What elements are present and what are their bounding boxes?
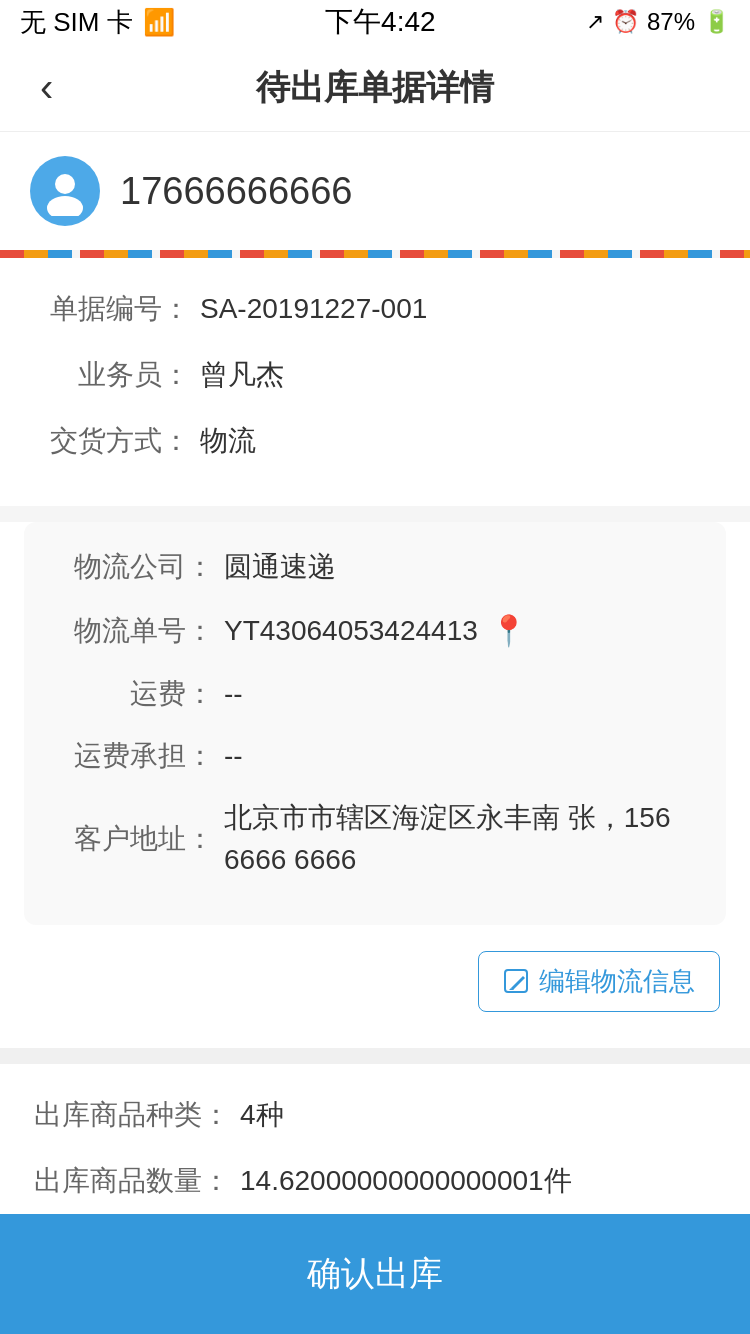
freight-label: 运费： [54, 673, 214, 715]
confirm-bar[interactable]: 确认出库 [0, 1214, 750, 1334]
order-no-row: 单据编号： SA-20191227-001 [30, 288, 720, 330]
freight-bearer-value: -- [214, 735, 696, 777]
status-time: 下午4:42 [325, 3, 436, 41]
logistics-tracking-value: YT43064053424413 📍 [214, 608, 696, 653]
product-quantity-value: 14.62000000000000001件 [230, 1160, 720, 1202]
delivery-label: 交货方式： [30, 420, 190, 462]
status-right: ↗ ⏰ 87% 🔋 [586, 8, 730, 36]
status-left: 无 SIM 卡 📶 [20, 5, 175, 40]
logistics-company-label: 物流公司： [54, 546, 214, 588]
edit-logistics-label: 编辑物流信息 [539, 964, 695, 999]
battery-icon: 🔋 [703, 9, 730, 35]
user-icon [40, 166, 90, 216]
tracking-location-icon[interactable]: 📍 [490, 608, 527, 653]
product-quantity-label: 出库商品数量： [30, 1160, 230, 1202]
logistics-tracking-label: 物流单号： [54, 610, 214, 652]
freight-bearer-label: 运费承担： [54, 735, 214, 777]
logistics-company-row: 物流公司： 圆通速递 [54, 546, 696, 588]
edit-logistics-button[interactable]: 编辑物流信息 [478, 951, 720, 1012]
back-button[interactable]: ‹ [30, 55, 63, 120]
edit-btn-container: 编辑物流信息 [0, 941, 750, 1032]
logistics-tracking-row: 物流单号： YT43064053424413 📍 [54, 608, 696, 653]
svg-point-1 [47, 196, 83, 216]
alarm-icon: ⏰ [612, 9, 639, 35]
salesperson-label: 业务员： [30, 354, 190, 396]
address-row: 客户地址： 北京市市辖区海淀区永丰南 张，156 6666 6666 [54, 797, 696, 881]
delivery-row: 交货方式： 物流 [30, 420, 720, 462]
wifi-icon: 📶 [143, 7, 175, 38]
product-type-label: 出库商品种类： [30, 1094, 230, 1136]
delivery-value: 物流 [190, 420, 720, 462]
dashed-divider [0, 250, 750, 258]
salesperson-value: 曾凡杰 [190, 354, 720, 396]
salesperson-row: 业务员： 曾凡杰 [30, 354, 720, 396]
order-info-section: 单据编号： SA-20191227-001 业务员： 曾凡杰 交货方式： 物流 [0, 258, 750, 506]
avatar [30, 156, 100, 226]
nav-bar: ‹ 待出库单据详情 [0, 44, 750, 132]
customer-phone: 17666666666 [120, 170, 352, 213]
freight-bearer-row: 运费承担： -- [54, 735, 696, 777]
customer-header: 17666666666 [0, 132, 750, 250]
battery-label: 87% [647, 8, 695, 36]
logistics-company-value: 圆通速递 [214, 546, 696, 588]
section-gap-1 [0, 1048, 750, 1064]
location-status-icon: ↗ [586, 9, 604, 35]
svg-rect-2 [505, 970, 527, 992]
order-no-label: 单据编号： [30, 288, 190, 330]
product-type-value: 4种 [230, 1094, 720, 1136]
freight-value: -- [214, 673, 696, 715]
logistics-section: 物流公司： 圆通速递 物流单号： YT43064053424413 📍 运费： … [0, 522, 750, 1048]
edit-icon [503, 968, 531, 996]
status-bar: 无 SIM 卡 📶 下午4:42 ↗ ⏰ 87% 🔋 [0, 0, 750, 44]
address-value: 北京市市辖区海淀区永丰南 张，156 6666 6666 [214, 797, 696, 881]
product-quantity-row: 出库商品数量： 14.62000000000000001件 [30, 1160, 720, 1202]
svg-point-0 [55, 174, 75, 194]
order-no-value: SA-20191227-001 [190, 288, 720, 330]
carrier-label: 无 SIM 卡 [20, 5, 133, 40]
freight-row: 运费： -- [54, 673, 696, 715]
confirm-button-label: 确认出库 [307, 1251, 443, 1297]
address-label: 客户地址： [54, 818, 214, 860]
page-title: 待出库单据详情 [256, 65, 494, 111]
product-type-row: 出库商品种类： 4种 [30, 1094, 720, 1136]
logistics-card: 物流公司： 圆通速递 物流单号： YT43064053424413 📍 运费： … [24, 522, 726, 925]
